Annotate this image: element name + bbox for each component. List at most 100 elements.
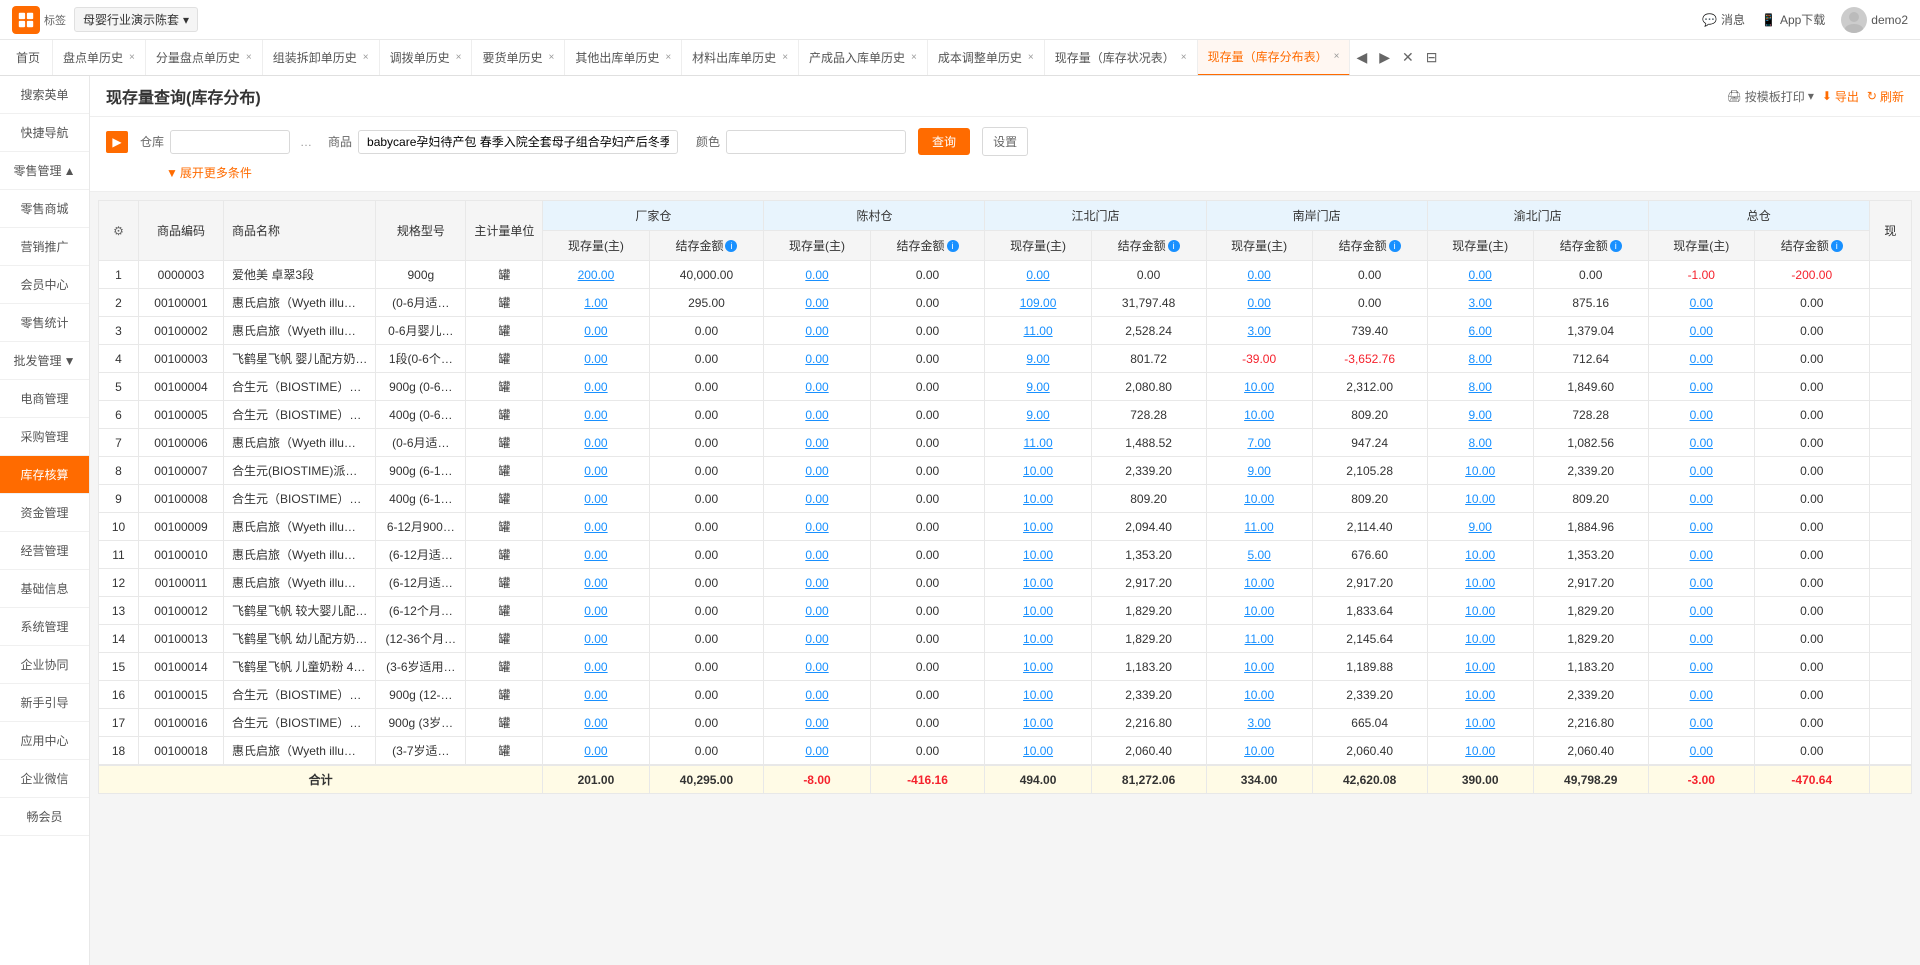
cell-cs-stock[interactable]: 0.00 [764, 625, 870, 653]
close-icon[interactable]: × [665, 52, 671, 63]
cell-f-stock[interactable]: 0.00 [543, 513, 649, 541]
cell-cs-stock[interactable]: 0.00 [764, 373, 870, 401]
sidebar-item-vip[interactable]: 畅会员 [0, 798, 89, 836]
cell-jb-stock[interactable]: 10.00 [985, 681, 1091, 709]
close-icon[interactable]: × [782, 52, 788, 63]
cell-yb-stock[interactable]: 10.00 [1427, 485, 1533, 513]
cell-cs-stock[interactable]: 0.00 [764, 289, 870, 317]
app-download-btn[interactable]: 📱 App下载 [1761, 11, 1825, 28]
sidebar-item-ecom[interactable]: 电商管理 [0, 380, 89, 418]
sidebar-item-search[interactable]: 搜索英单 [0, 76, 89, 114]
product-input[interactable] [358, 130, 678, 154]
cell-na-stock[interactable]: 11.00 [1206, 513, 1312, 541]
tab-qtchuku[interactable]: 其他出库单历史 × [565, 40, 682, 76]
close-icon[interactable]: × [246, 52, 252, 63]
cell-yb-stock[interactable]: 10.00 [1427, 625, 1533, 653]
tab-xiancun-status[interactable]: 现存量（库存状况表） × [1045, 40, 1198, 76]
close-icon[interactable]: × [363, 52, 369, 63]
cell-cs-stock[interactable]: 0.00 [764, 737, 870, 766]
tab-yaohuo[interactable]: 要货单历史 × [472, 40, 565, 76]
sidebar-item-appcenter[interactable]: 应用中心 [0, 722, 89, 760]
cell-jb-stock[interactable]: 0.00 [985, 261, 1091, 289]
cell-jb-stock[interactable]: 10.00 [985, 485, 1091, 513]
tab-chanpin[interactable]: 产成品入库单历史 × [799, 40, 928, 76]
cell-na-stock[interactable]: 0.00 [1206, 261, 1312, 289]
cell-yb-stock[interactable]: 10.00 [1427, 681, 1533, 709]
sidebar-item-ops[interactable]: 经营管理 [0, 532, 89, 570]
cell-na-stock[interactable]: 10.00 [1206, 653, 1312, 681]
cell-t-stock[interactable]: 0.00 [1648, 597, 1754, 625]
close-icon[interactable]: × [911, 52, 917, 63]
cell-f-stock[interactable]: 1.00 [543, 289, 649, 317]
cell-t-stock[interactable]: 0.00 [1648, 401, 1754, 429]
cell-t-stock[interactable]: 0.00 [1648, 681, 1754, 709]
print-btn[interactable]: 🖨 按模板打印 ▾ [1727, 88, 1814, 105]
sidebar-item-quicknav[interactable]: 快捷导航 [0, 114, 89, 152]
close-icon[interactable]: × [129, 52, 135, 63]
cell-jb-stock[interactable]: 11.00 [985, 317, 1091, 345]
warehouse-input[interactable] [170, 130, 290, 154]
cell-f-stock[interactable]: 0.00 [543, 345, 649, 373]
industry-selector[interactable]: 母婴行业演示陈套 ▾ [74, 7, 198, 32]
info-icon[interactable]: i [725, 240, 737, 252]
collapse-filter-btn[interactable]: ▶ [106, 131, 128, 153]
tab-xiancun-dist[interactable]: 现存量（库存分布表） × [1198, 40, 1351, 76]
cell-yb-stock[interactable]: 3.00 [1427, 289, 1533, 317]
tab-home[interactable]: 首页 [4, 40, 53, 76]
setting-btn[interactable]: 设置 [982, 127, 1028, 156]
sidebar-item-finance[interactable]: 资金管理 [0, 494, 89, 532]
cell-yb-stock[interactable]: 10.00 [1427, 709, 1533, 737]
cell-f-stock[interactable]: 0.00 [543, 569, 649, 597]
cell-cs-stock[interactable]: 0.00 [764, 541, 870, 569]
info-icon[interactable]: i [1389, 240, 1401, 252]
cell-t-stock[interactable]: 0.00 [1648, 569, 1754, 597]
cell-t-stock[interactable]: 0.00 [1648, 429, 1754, 457]
tab-expand-btn[interactable]: ⊟ [1420, 40, 1444, 76]
cell-f-stock[interactable]: 0.00 [543, 373, 649, 401]
export-btn[interactable]: ⬇ 导出 [1822, 88, 1859, 105]
cell-na-stock[interactable]: 10.00 [1206, 569, 1312, 597]
cell-na-stock[interactable]: 10.00 [1206, 737, 1312, 766]
cell-cs-stock[interactable]: 0.00 [764, 261, 870, 289]
cell-cs-stock[interactable]: 0.00 [764, 597, 870, 625]
cell-yb-stock[interactable]: 10.00 [1427, 457, 1533, 485]
close-icon[interactable]: × [1028, 52, 1034, 63]
search-btn[interactable]: 查询 [918, 128, 970, 155]
sidebar-item-member[interactable]: 会员中心 [0, 266, 89, 304]
cell-t-stock[interactable]: 0.00 [1648, 289, 1754, 317]
cell-na-stock[interactable]: 10.00 [1206, 597, 1312, 625]
cell-t-stock[interactable]: 0.00 [1648, 653, 1754, 681]
cell-jb-stock[interactable]: 10.00 [985, 709, 1091, 737]
tab-pandian[interactable]: 盘点单历史 × [53, 40, 146, 76]
sidebar-item-wholesale[interactable]: 批发管理 ▼ [0, 342, 89, 380]
cell-yb-stock[interactable]: 0.00 [1427, 261, 1533, 289]
sidebar-item-system[interactable]: 系统管理 [0, 608, 89, 646]
cell-cs-stock[interactable]: 0.00 [764, 653, 870, 681]
cell-jb-stock[interactable]: 10.00 [985, 653, 1091, 681]
cell-jb-stock[interactable]: 10.00 [985, 737, 1091, 766]
sidebar-item-purchase[interactable]: 采购管理 [0, 418, 89, 456]
table-wrapper[interactable]: ⚙ 商品编码 商品名称 规格型号 主计量单位 厂家仓 陈村仓 江北门店 南岸门店… [90, 192, 1920, 965]
close-icon[interactable]: × [548, 52, 554, 63]
tab-zuzhuan[interactable]: 组装拆卸单历史 × [263, 40, 380, 76]
cell-f-stock[interactable]: 0.00 [543, 485, 649, 513]
sidebar-item-shop[interactable]: 零售商城 [0, 190, 89, 228]
info-icon[interactable]: i [1168, 240, 1180, 252]
cell-cs-stock[interactable]: 0.00 [764, 317, 870, 345]
cell-yb-stock[interactable]: 8.00 [1427, 373, 1533, 401]
cell-na-stock[interactable]: 11.00 [1206, 625, 1312, 653]
cell-na-stock[interactable]: 10.00 [1206, 373, 1312, 401]
cell-na-stock[interactable]: 10.00 [1206, 681, 1312, 709]
info-icon[interactable]: i [1610, 240, 1622, 252]
tab-fenpandian[interactable]: 分量盘点单历史 × [146, 40, 263, 76]
tab-clchuku[interactable]: 材料出库单历史 × [682, 40, 799, 76]
cell-na-stock[interactable]: 10.00 [1206, 401, 1312, 429]
sidebar-item-enterprise[interactable]: 企业协同 [0, 646, 89, 684]
cell-cs-stock[interactable]: 0.00 [764, 457, 870, 485]
cell-yb-stock[interactable]: 10.00 [1427, 653, 1533, 681]
cell-jb-stock[interactable]: 10.00 [985, 569, 1091, 597]
cell-f-stock[interactable]: 0.00 [543, 737, 649, 766]
cell-jb-stock[interactable]: 10.00 [985, 597, 1091, 625]
cell-na-stock[interactable]: 5.00 [1206, 541, 1312, 569]
cell-t-stock[interactable]: 0.00 [1648, 737, 1754, 766]
